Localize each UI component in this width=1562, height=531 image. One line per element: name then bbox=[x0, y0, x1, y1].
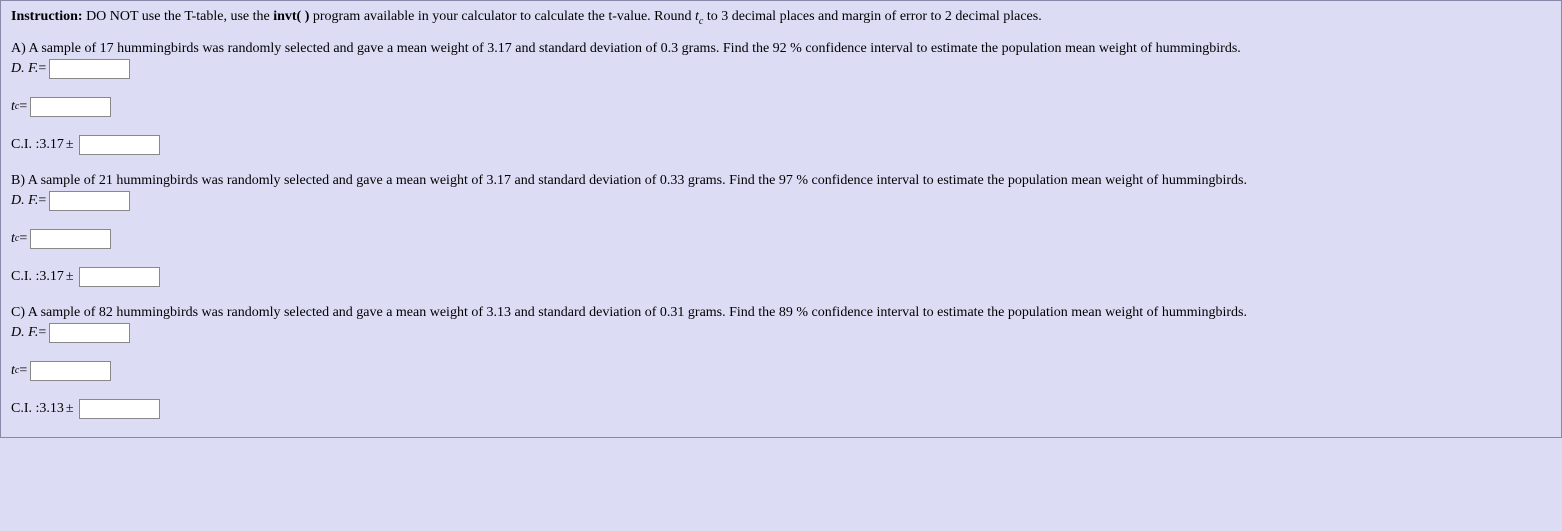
problem-a-df-input[interactable] bbox=[49, 59, 130, 79]
df-equals: = bbox=[38, 193, 46, 209]
problem-c: C) A sample of 82 hummingbirds was rando… bbox=[11, 305, 1551, 419]
problem-b-ci-input[interactable] bbox=[79, 267, 160, 287]
tc-equals: = bbox=[19, 231, 27, 247]
ci-label: C.I. : bbox=[11, 269, 39, 285]
problem-b-df-input[interactable] bbox=[49, 191, 130, 211]
ci-mean: 3.17 bbox=[39, 137, 64, 153]
problem-c-prompt: C) A sample of 82 hummingbirds was rando… bbox=[11, 305, 1551, 321]
problem-c-ci-row: C.I. : 3.13 ± bbox=[11, 399, 1551, 419]
problem-b-prompt: B) A sample of 21 hummingbirds was rando… bbox=[11, 173, 1551, 189]
tc-equals: = bbox=[19, 99, 27, 115]
ci-mean: 3.13 bbox=[39, 401, 64, 417]
instruction-label: Instruction: bbox=[11, 9, 83, 24]
problem-a-tc-row: tc = bbox=[11, 97, 1551, 117]
problem-b-ci-row: C.I. : 3.17 ± bbox=[11, 267, 1551, 287]
problem-b: B) A sample of 21 hummingbirds was rando… bbox=[11, 173, 1551, 287]
ci-plusminus: ± bbox=[66, 269, 74, 285]
question-content: Instruction: DO NOT use the T-table, use… bbox=[1, 1, 1561, 437]
instruction-part1: DO NOT use the T-table, use the bbox=[83, 9, 274, 24]
problem-b-tc-row: tc = bbox=[11, 229, 1551, 249]
instruction-part2: program available in your calculator to … bbox=[309, 9, 695, 24]
problem-a-tc-input[interactable] bbox=[30, 97, 111, 117]
problem-c-df-row: D. F. = bbox=[11, 323, 1551, 343]
problem-c-ci-input[interactable] bbox=[79, 399, 160, 419]
ci-label: C.I. : bbox=[11, 401, 39, 417]
tc-equals: = bbox=[19, 363, 27, 379]
problem-c-tc-row: tc = bbox=[11, 361, 1551, 381]
ci-label: C.I. : bbox=[11, 137, 39, 153]
ci-plusminus: ± bbox=[66, 137, 74, 153]
problem-a: A) A sample of 17 hummingbirds was rando… bbox=[11, 41, 1551, 155]
instruction-text: Instruction: DO NOT use the T-table, use… bbox=[11, 9, 1551, 27]
df-equals: = bbox=[38, 61, 46, 77]
problem-a-ci-row: C.I. : 3.17 ± bbox=[11, 135, 1551, 155]
df-label: D. F. bbox=[11, 193, 38, 209]
df-label: D. F. bbox=[11, 61, 38, 77]
problem-c-tc-input[interactable] bbox=[30, 361, 111, 381]
problem-a-ci-input[interactable] bbox=[79, 135, 160, 155]
ci-mean: 3.17 bbox=[39, 269, 64, 285]
instruction-part3: to 3 decimal places and margin of error … bbox=[703, 9, 1041, 24]
problem-b-tc-input[interactable] bbox=[30, 229, 111, 249]
df-label: D. F. bbox=[11, 325, 38, 341]
problem-a-df-row: D. F. = bbox=[11, 59, 1551, 79]
instruction-bold-term: invt( ) bbox=[273, 9, 309, 24]
ci-plusminus: ± bbox=[66, 401, 74, 417]
problem-b-df-row: D. F. = bbox=[11, 191, 1551, 211]
problem-a-prompt: A) A sample of 17 hummingbirds was rando… bbox=[11, 41, 1551, 57]
problem-c-df-input[interactable] bbox=[49, 323, 130, 343]
df-equals: = bbox=[38, 325, 46, 341]
